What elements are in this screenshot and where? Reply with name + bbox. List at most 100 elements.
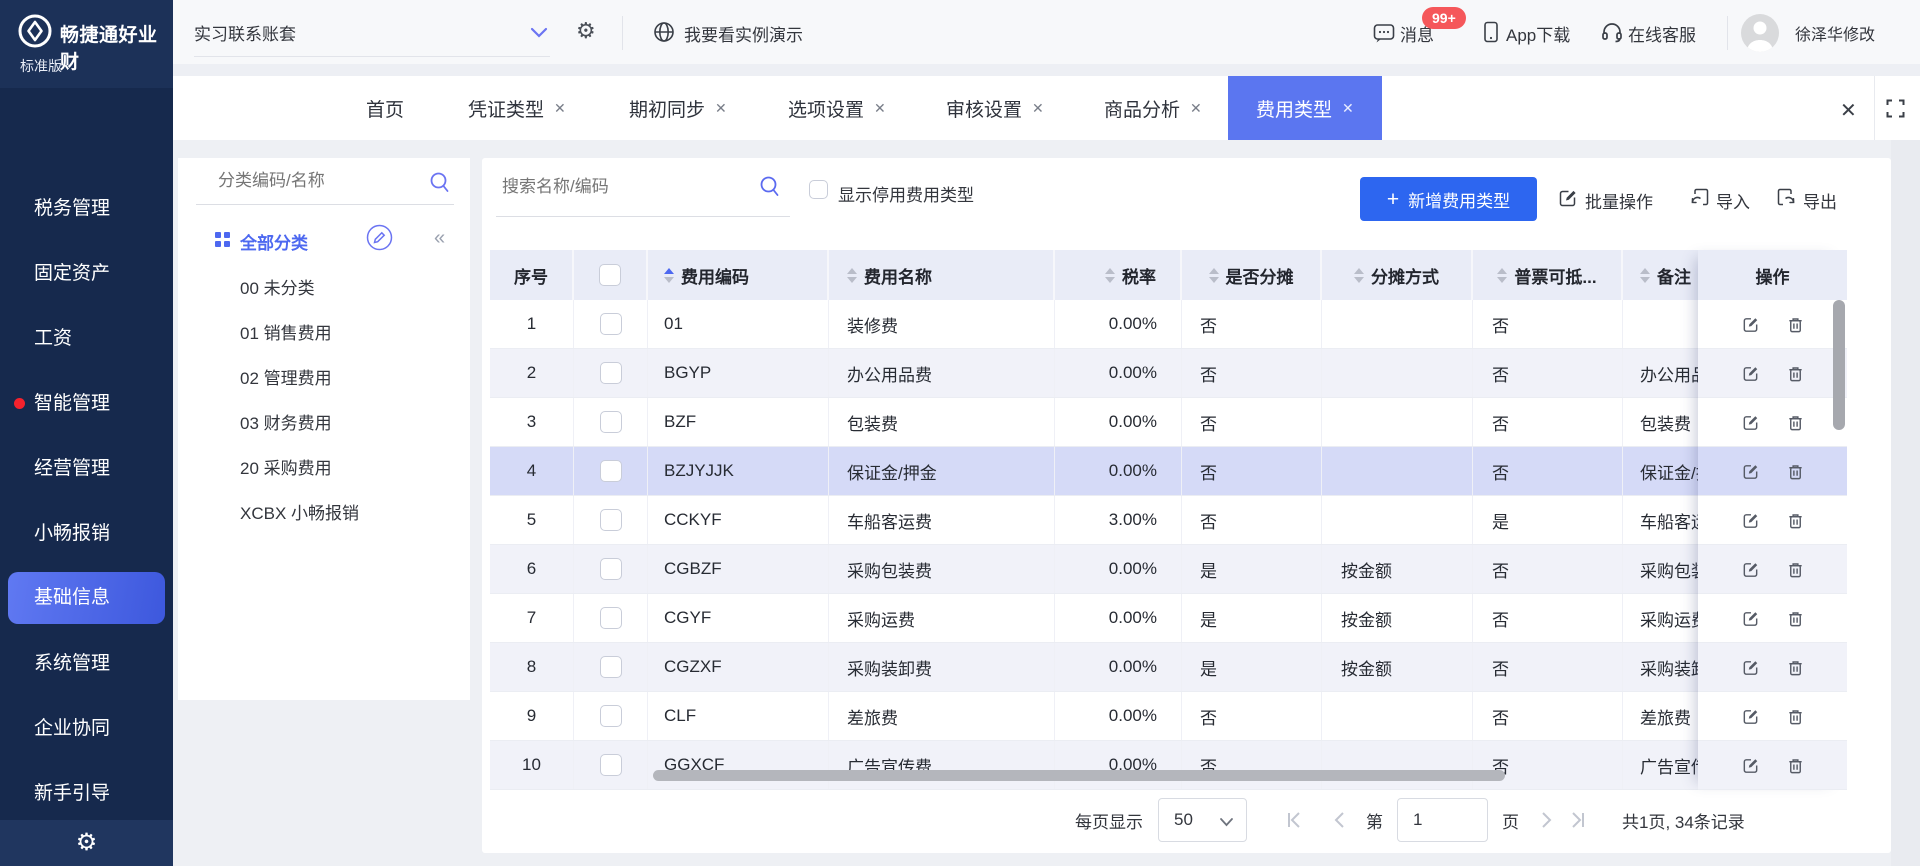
- last-page-icon[interactable]: [1568, 810, 1588, 835]
- online-service-label[interactable]: 在线客服: [1628, 21, 1696, 46]
- edit-category-pencil-circle-icon[interactable]: [366, 224, 393, 256]
- tab-1[interactable]: 首页: [366, 76, 404, 140]
- table-row[interactable]: 6 CGBZF 采购包装费 0.00% 是按金额否采购包装费: [490, 545, 1847, 594]
- account-settings-gear-icon[interactable]: ⚙: [576, 18, 596, 44]
- search-icon[interactable]: [758, 174, 782, 203]
- column-header-5[interactable]: 税率: [1055, 250, 1182, 300]
- edit-button[interactable]: [1741, 658, 1760, 677]
- export-button[interactable]: 导出: [1777, 188, 1837, 213]
- delete-button[interactable]: [1786, 658, 1805, 677]
- table-row[interactable]: 9 CLF 差旅费 0.00% 否否差旅费: [490, 692, 1847, 741]
- delete-button[interactable]: [1786, 462, 1805, 481]
- sidebar-item-2[interactable]: 固定资产: [0, 261, 173, 287]
- tab-5[interactable]: 审核设置 ✕: [946, 76, 1044, 140]
- chevron-down-icon[interactable]: [530, 26, 548, 44]
- delete-button[interactable]: [1786, 413, 1805, 432]
- tree-item-1[interactable]: 00 未分类: [240, 276, 315, 302]
- sidebar-item-7[interactable]: 基础信息: [8, 572, 165, 624]
- close-icon[interactable]: ✕: [874, 100, 886, 117]
- avatar[interactable]: [1741, 14, 1779, 52]
- delete-button[interactable]: [1786, 315, 1805, 334]
- delete-button[interactable]: [1786, 609, 1805, 628]
- table-row[interactable]: 3 BZF 包装费 0.00% 否否包装费: [490, 398, 1847, 447]
- delete-button[interactable]: [1786, 511, 1805, 530]
- tab-4[interactable]: 选项设置 ✕: [788, 76, 886, 140]
- close-icon[interactable]: ✕: [715, 100, 727, 117]
- tab-3[interactable]: 期初同步 ✕: [629, 76, 727, 140]
- row-checkbox[interactable]: [599, 509, 622, 531]
- right-scroll-rail[interactable]: [1891, 140, 1920, 866]
- tab-7[interactable]: 费用类型 ✕: [1228, 76, 1382, 140]
- sort-carets-icon[interactable]: [1208, 267, 1219, 283]
- close-all-tabs-icon[interactable]: ✕: [1840, 98, 1857, 123]
- table-row[interactable]: 5 CCKYF 车船客运费 3.00% 否是车船客运费: [490, 496, 1847, 545]
- edit-button[interactable]: [1741, 315, 1760, 334]
- sidebar-item-1[interactable]: 税务管理: [0, 196, 173, 222]
- sidebar-item-8[interactable]: 系统管理: [0, 651, 173, 677]
- row-checkbox[interactable]: [599, 705, 622, 727]
- delete-button[interactable]: [1786, 560, 1805, 579]
- page-number-input[interactable]: [1397, 798, 1488, 842]
- row-checkbox[interactable]: [599, 754, 622, 776]
- column-header-2[interactable]: [574, 250, 648, 300]
- tree-item-5[interactable]: 20 采购费用: [240, 456, 332, 482]
- sort-carets-icon[interactable]: [1640, 267, 1650, 283]
- user-name[interactable]: 徐泽华修改: [1795, 21, 1875, 45]
- table-row[interactable]: 2 BGYP 办公用品费 0.00% 否否办公用品费: [490, 349, 1847, 398]
- delete-button[interactable]: [1786, 707, 1805, 726]
- table-row[interactable]: 7 CGYF 采购运费 0.00% 是按金额否采购运费: [490, 594, 1847, 643]
- sort-carets-icon[interactable]: [664, 267, 674, 283]
- column-header-1[interactable]: 序号: [490, 250, 574, 300]
- sort-carets-icon[interactable]: [847, 267, 857, 283]
- close-icon[interactable]: ✕: [1190, 100, 1202, 117]
- table-row[interactable]: 4 BZJYJJK 保证金/押金 0.00% 否否保证金/押金: [490, 447, 1847, 496]
- tree-item-2[interactable]: 01 销售费用: [240, 321, 332, 347]
- category-search-input[interactable]: [216, 170, 420, 192]
- sidebar-item-3[interactable]: 工资: [0, 326, 173, 352]
- tree-item-3[interactable]: 02 管理费用: [240, 366, 332, 392]
- tree-item-4[interactable]: 03 财务费用: [240, 411, 332, 437]
- row-checkbox[interactable]: [599, 558, 622, 580]
- headset-icon[interactable]: [1600, 20, 1624, 49]
- horizontal-scrollbar-thumb[interactable]: [653, 770, 1505, 781]
- tree-root-all-categories[interactable]: 全部分类: [240, 229, 308, 254]
- close-icon[interactable]: ✕: [554, 100, 566, 117]
- edit-button[interactable]: [1741, 609, 1760, 628]
- edit-button[interactable]: [1741, 511, 1760, 530]
- row-checkbox[interactable]: [599, 656, 622, 678]
- sidebar-item-10[interactable]: 新手引导: [0, 781, 173, 807]
- next-page-icon[interactable]: [1536, 810, 1556, 835]
- table-row[interactable]: 1 01 装修费 0.00% 否否: [490, 300, 1847, 349]
- settings-gear-icon[interactable]: ⚙: [76, 829, 98, 856]
- row-checkbox[interactable]: [599, 411, 622, 433]
- sort-carets-icon[interactable]: [1105, 267, 1115, 283]
- sidebar-item-4[interactable]: 智能管理: [0, 391, 173, 417]
- row-checkbox[interactable]: [599, 607, 622, 629]
- account-selector[interactable]: 实习联系账套: [194, 20, 296, 45]
- sort-carets-icon[interactable]: [1497, 267, 1508, 283]
- edit-button[interactable]: [1741, 413, 1760, 432]
- import-button[interactable]: 导入: [1690, 188, 1750, 213]
- delete-button[interactable]: [1786, 364, 1805, 383]
- sidebar-item-6[interactable]: 小畅报销: [0, 521, 173, 547]
- tab-2[interactable]: 凭证类型 ✕: [468, 76, 566, 140]
- first-page-icon[interactable]: [1284, 810, 1304, 835]
- table-row[interactable]: 10 GGXCF 广告宣传费 0.00% 否否广告宣传费: [490, 741, 1847, 790]
- phone-icon[interactable]: [1480, 20, 1502, 49]
- tab-6[interactable]: 商品分析 ✕: [1104, 76, 1202, 140]
- column-header-6[interactable]: 是否分摊: [1182, 250, 1322, 300]
- demo-link[interactable]: 我要看实例演示: [684, 21, 803, 46]
- sidebar-item-5[interactable]: 经营管理: [0, 456, 173, 482]
- table-row[interactable]: 8 CGZXF 采购装卸费 0.00% 是按金额否采购装卸费: [490, 643, 1847, 692]
- edit-button[interactable]: [1741, 707, 1760, 726]
- close-icon[interactable]: ✕: [1342, 100, 1354, 117]
- tree-item-6[interactable]: XCBX 小畅报销: [240, 501, 359, 527]
- delete-button[interactable]: [1786, 756, 1805, 775]
- select-all-checkbox[interactable]: [599, 264, 621, 286]
- batch-actions-button[interactable]: 批量操作: [1558, 188, 1653, 213]
- edit-button[interactable]: [1741, 462, 1760, 481]
- vertical-scrollbar-thumb[interactable]: [1833, 300, 1845, 430]
- prev-page-icon[interactable]: [1330, 810, 1350, 835]
- sort-carets-icon[interactable]: [1354, 267, 1364, 283]
- row-checkbox[interactable]: [599, 313, 622, 335]
